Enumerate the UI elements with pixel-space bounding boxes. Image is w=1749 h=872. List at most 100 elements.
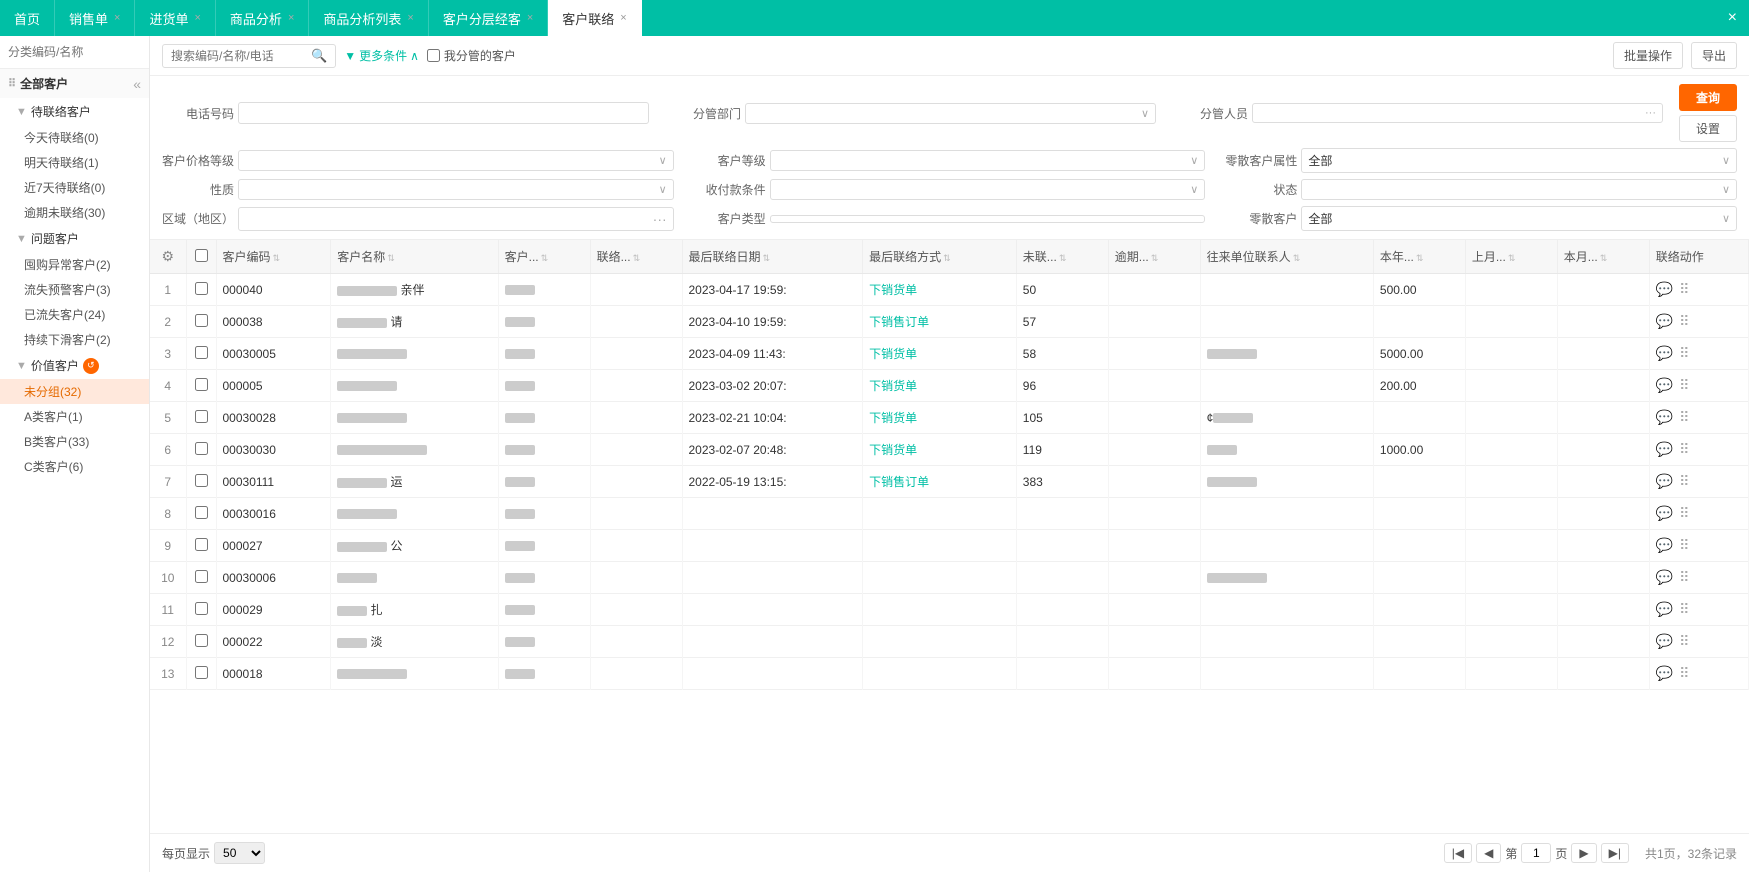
gender-select[interactable]: ∨ [238, 179, 674, 200]
grid-action-icon[interactable]: ⠿ [1679, 665, 1689, 682]
grid-action-icon[interactable]: ⠿ [1679, 569, 1689, 586]
sidebar-value-customers[interactable]: ▼ 价值客户 ↺ [0, 352, 149, 379]
sidebar-churn-warning[interactable]: 流失预警客户(3) [0, 277, 149, 302]
last-method-link[interactable]: 下销货单 [869, 411, 917, 425]
th-checkbox[interactable] [186, 240, 216, 274]
th-overdue[interactable]: 逾期...⇅ [1108, 240, 1200, 274]
row-checkbox[interactable] [195, 410, 208, 423]
tab-goods-analysis-close[interactable]: × [288, 12, 294, 24]
cell-check[interactable] [186, 530, 216, 562]
th-not-contact[interactable]: 未联...⇅ [1016, 240, 1108, 274]
sidebar-waiting-contact[interactable]: ▼ 待联络客户 [0, 98, 149, 125]
th-name[interactable]: 客户名称⇅ [331, 240, 498, 274]
status-select[interactable]: ∨ [1301, 179, 1737, 200]
th-type[interactable]: 客户...⇅ [498, 240, 590, 274]
row-checkbox[interactable] [195, 474, 208, 487]
phone-input[interactable] [238, 102, 649, 124]
filter-search-icon[interactable]: 🔍 [311, 48, 327, 64]
sidebar-c-class[interactable]: C类客户(6) [0, 454, 149, 479]
row-checkbox[interactable] [195, 538, 208, 551]
th-contact[interactable]: 联络...⇅ [590, 240, 682, 274]
last-method-link[interactable]: 下销售订单 [869, 475, 929, 489]
price-level-select[interactable]: ∨ [238, 150, 674, 171]
tab-sales[interactable]: 销售单 × [55, 0, 135, 36]
row-checkbox[interactable] [195, 602, 208, 615]
cell-check[interactable] [186, 466, 216, 498]
cell-check[interactable] [186, 306, 216, 338]
grid-action-icon[interactable]: ⠿ [1679, 633, 1689, 650]
row-checkbox[interactable] [195, 378, 208, 391]
cell-check[interactable] [186, 370, 216, 402]
chat-icon[interactable]: 💬 [1656, 441, 1673, 458]
cell-check[interactable] [186, 562, 216, 594]
sidebar-collapse-btn[interactable]: « [133, 76, 141, 92]
tab-home[interactable]: 首页 [0, 0, 55, 36]
cell-check[interactable] [186, 498, 216, 530]
chat-icon[interactable]: 💬 [1656, 601, 1673, 618]
grid-action-icon[interactable]: ⠿ [1679, 281, 1689, 298]
grid-action-icon[interactable]: ⠿ [1679, 409, 1689, 426]
filter-search-input[interactable] [171, 49, 311, 63]
row-checkbox[interactable] [195, 570, 208, 583]
th-settings[interactable]: ⚙ [150, 240, 186, 274]
th-partner[interactable]: 往来单位联系人⇅ [1200, 240, 1373, 274]
chat-icon[interactable]: 💬 [1656, 665, 1673, 682]
per-page-select[interactable]: 50 20 100 [214, 842, 265, 864]
sidebar-today-contact[interactable]: 今天待联络(0) [0, 125, 149, 150]
grid-action-icon[interactable]: ⠿ [1679, 313, 1689, 330]
grid-action-icon[interactable]: ⠿ [1679, 601, 1689, 618]
tab-goods-list[interactable]: 商品分析列表 × [309, 0, 428, 36]
cell-check[interactable] [186, 594, 216, 626]
chat-icon[interactable]: 💬 [1656, 473, 1673, 490]
grid-action-icon[interactable]: ⠿ [1679, 345, 1689, 362]
chat-icon[interactable]: 💬 [1656, 313, 1673, 330]
tab-customer-segment[interactable]: 客户分层经客 × [429, 0, 548, 36]
prev-page-btn[interactable]: ◀ [1476, 843, 1501, 863]
sidebar-search-input[interactable] [8, 45, 150, 59]
sidebar-all-customers[interactable]: ⠿ 全部客户 « [0, 69, 149, 98]
grid-action-icon[interactable]: ⠿ [1679, 377, 1689, 394]
row-checkbox[interactable] [195, 346, 208, 359]
cell-check[interactable] [186, 338, 216, 370]
last-page-btn[interactable]: ▶| [1601, 843, 1629, 863]
th-this-year[interactable]: 本年...⇅ [1373, 240, 1465, 274]
chat-icon[interactable]: 💬 [1656, 345, 1673, 362]
th-last-date[interactable]: 最后联络日期⇅ [682, 240, 863, 274]
grid-action-icon[interactable]: ⠿ [1679, 537, 1689, 554]
last-method-link[interactable]: 下销售订单 [869, 315, 929, 329]
tab-purchase-close[interactable]: × [194, 12, 200, 24]
cell-check[interactable] [186, 658, 216, 690]
th-code[interactable]: 客户编码⇅ [216, 240, 331, 274]
sidebar-a-class[interactable]: A类客户(1) [0, 404, 149, 429]
customer-type-select[interactable] [770, 215, 1206, 223]
my-customers-checkbox[interactable] [427, 49, 440, 62]
tab-purchase[interactable]: 进货单 × [135, 0, 215, 36]
reset-button[interactable]: 设置 [1679, 115, 1737, 142]
row-checkbox[interactable] [195, 634, 208, 647]
last-method-link[interactable]: 下销货单 [869, 283, 917, 297]
payment-select[interactable]: ∨ [770, 179, 1206, 200]
first-page-btn[interactable]: |◀ [1444, 843, 1472, 863]
grid-action-icon[interactable]: ⠿ [1679, 505, 1689, 522]
retail-attr-select[interactable]: 全部 ∨ [1301, 148, 1737, 173]
grid-action-icon[interactable]: ⠿ [1679, 441, 1689, 458]
sidebar-problem-customers[interactable]: ▼ 问题客户 [0, 225, 149, 252]
tab-goods-list-close[interactable]: × [407, 12, 413, 24]
last-method-link[interactable]: 下销货单 [869, 443, 917, 457]
row-checkbox[interactable] [195, 666, 208, 679]
th-last-month[interactable]: 上月...⇅ [1465, 240, 1557, 274]
th-last-method[interactable]: 最后联络方式⇅ [863, 240, 1017, 274]
cell-check[interactable] [186, 402, 216, 434]
sidebar-tomorrow-contact[interactable]: 明天待联络(1) [0, 150, 149, 175]
tab-goods-analysis[interactable]: 商品分析 × [216, 0, 309, 36]
retail-customer-select[interactable]: 全部 ∨ [1301, 206, 1737, 231]
manager-select[interactable]: ··· [1252, 103, 1663, 123]
row-checkbox[interactable] [195, 314, 208, 327]
tab-customer-contact-close[interactable]: × [620, 12, 626, 24]
tab-sales-close[interactable]: × [114, 12, 120, 24]
region-dots[interactable]: ··· [653, 211, 667, 227]
chat-icon[interactable]: 💬 [1656, 377, 1673, 394]
sidebar-churned[interactable]: 已流失客户(24) [0, 302, 149, 327]
th-this-month[interactable]: 本月...⇅ [1557, 240, 1649, 274]
window-close-icon[interactable]: × [1716, 9, 1749, 27]
